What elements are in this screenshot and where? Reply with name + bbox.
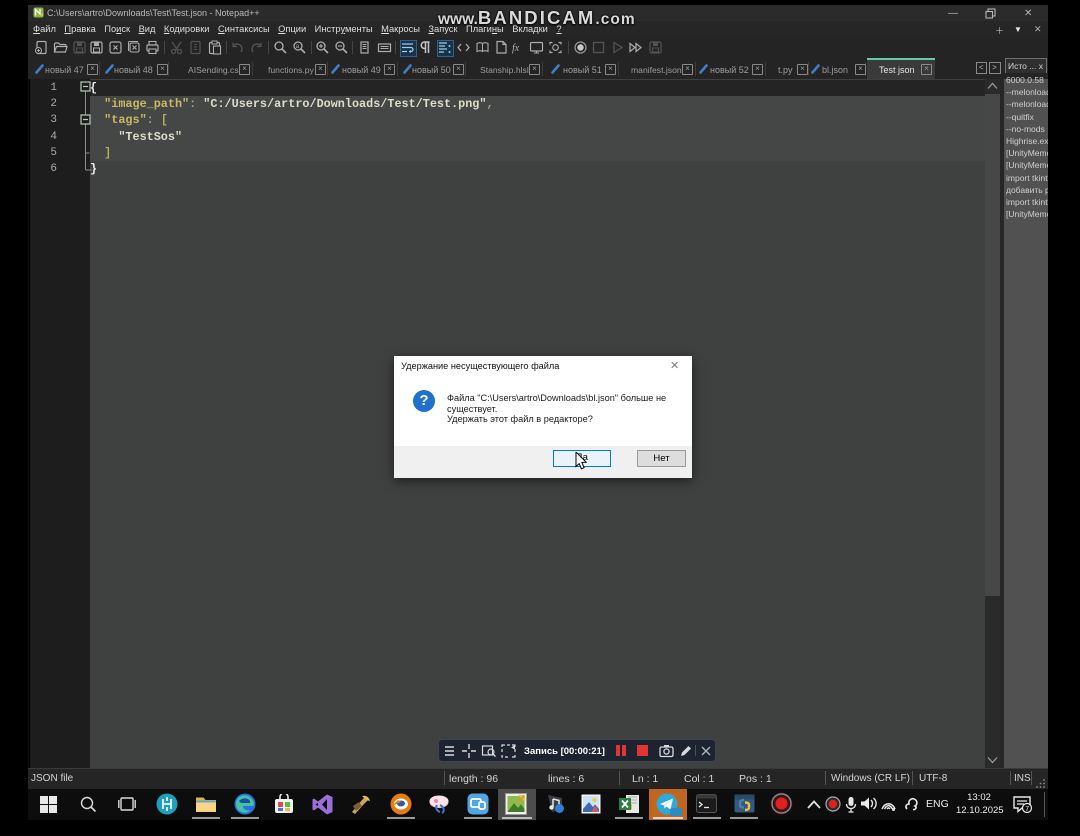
svg-text:fx: fx [512, 43, 520, 54]
svg-text:7: 7 [1025, 806, 1029, 813]
